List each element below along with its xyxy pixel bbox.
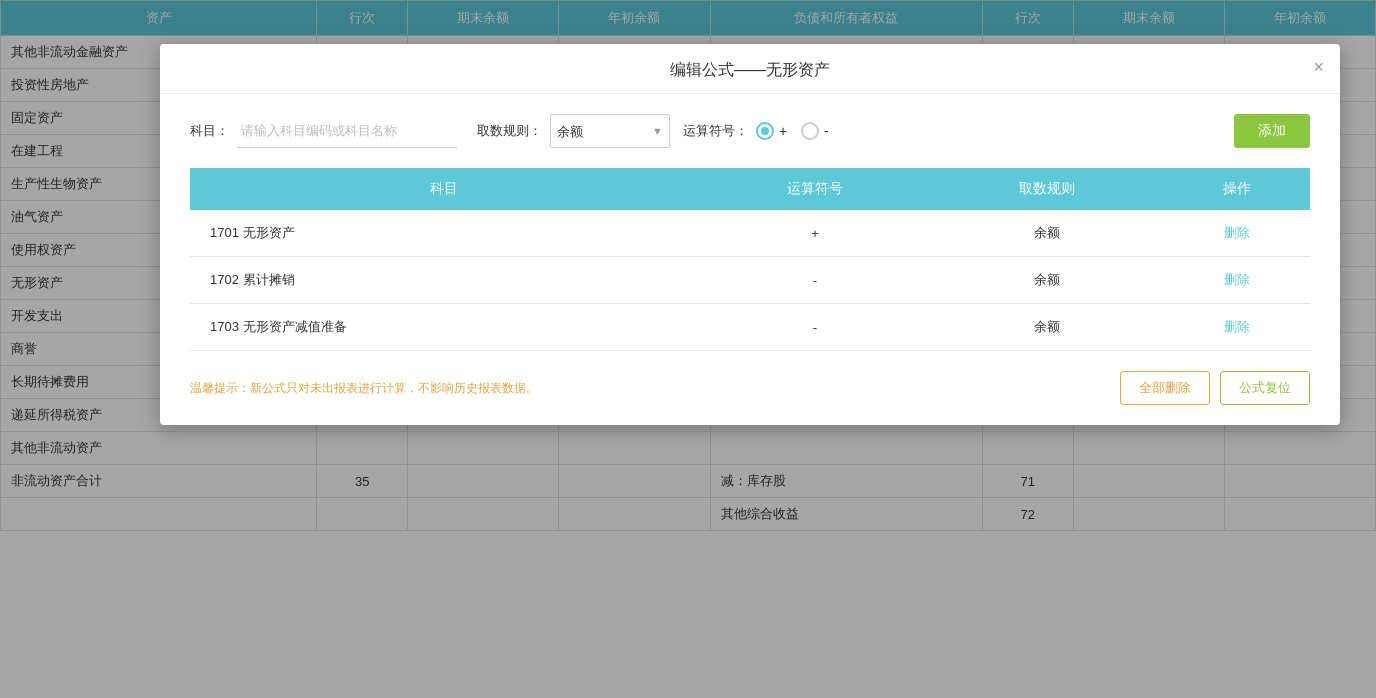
- operator-plus-label: +: [779, 123, 787, 139]
- th-subject: 科目: [190, 168, 699, 210]
- add-button[interactable]: 添加: [1234, 114, 1310, 148]
- formula-table-row: 1701 无形资产 + 余额 删除: [190, 210, 1310, 257]
- operator-label: 运算符号：: [683, 122, 748, 140]
- modal-header: 编辑公式——无形资产 ×: [160, 44, 1340, 94]
- formula-action-cell: 删除: [1163, 304, 1310, 351]
- operator-minus-radio[interactable]: -: [801, 122, 829, 140]
- formula-table-row: 1703 无形资产减值准备 - 余额 删除: [190, 304, 1310, 351]
- operator-minus-label: -: [824, 123, 829, 139]
- formula-action-cell: 删除: [1163, 210, 1310, 257]
- formula-operator: -: [699, 304, 931, 351]
- operator-plus-radio[interactable]: +: [756, 122, 787, 140]
- delete-all-button[interactable]: 全部删除: [1120, 371, 1210, 405]
- footer-buttons: 全部删除 公式复位: [1120, 371, 1310, 405]
- radio-minus-circle: [801, 122, 819, 140]
- formula-delete-link[interactable]: 删除: [1224, 225, 1250, 240]
- formula-delete-link[interactable]: 删除: [1224, 319, 1250, 334]
- th-action: 操作: [1163, 168, 1310, 210]
- formula-action-cell: 删除: [1163, 257, 1310, 304]
- formula-form-row: 科目： 取数规则： 余额借方发生额贷方发生额借方累计贷方累计 ▼ 运算符号： +…: [160, 94, 1340, 168]
- table-header-row: 科目 运算符号 取数规则 操作: [190, 168, 1310, 210]
- rule-select[interactable]: 余额借方发生额贷方发生额借方累计贷方累计: [550, 114, 670, 148]
- formula-operator: -: [699, 257, 931, 304]
- modal-close-button[interactable]: ×: [1313, 58, 1324, 76]
- edit-formula-modal: 编辑公式——无形资产 × 科目： 取数规则： 余额借方发生额贷方发生额借方累计贷…: [160, 44, 1340, 425]
- formula-delete-link[interactable]: 删除: [1224, 272, 1250, 287]
- formula-rule: 余额: [931, 257, 1163, 304]
- subject-label: 科目：: [190, 122, 229, 140]
- rule-select-wrapper: 余额借方发生额贷方发生额借方累计贷方累计 ▼: [550, 114, 663, 148]
- modal-title: 编辑公式——无形资产: [670, 61, 830, 78]
- formula-subject: 1703 无形资产减值准备: [190, 304, 699, 351]
- th-rule: 取数规则: [931, 168, 1163, 210]
- subject-input[interactable]: [237, 114, 457, 148]
- formula-rule: 余额: [931, 210, 1163, 257]
- formula-table: 科目 运算符号 取数规则 操作 1701 无形资产 + 余额 删除 1702 累…: [190, 168, 1310, 351]
- hint-text: 温馨提示：新公式只对未出报表进行计算，不影响历史报表数据。: [190, 380, 538, 397]
- formula-table-wrapper: 科目 运算符号 取数规则 操作 1701 无形资产 + 余额 删除 1702 累…: [190, 168, 1310, 351]
- formula-operator: +: [699, 210, 931, 257]
- radio-plus-circle: [756, 122, 774, 140]
- rule-field-group: 取数规则： 余额借方发生额贷方发生额借方累计贷方累计 ▼: [477, 114, 663, 148]
- formula-subject: 1702 累计摊销: [190, 257, 699, 304]
- modal-footer: 温馨提示：新公式只对未出报表进行计算，不影响历史报表数据。 全部删除 公式复位: [160, 351, 1340, 405]
- rule-label: 取数规则：: [477, 122, 542, 140]
- reset-formula-button[interactable]: 公式复位: [1220, 371, 1310, 405]
- th-operator: 运算符号: [699, 168, 931, 210]
- formula-subject: 1701 无形资产: [190, 210, 699, 257]
- operator-field-group: 运算符号： + -: [683, 122, 829, 140]
- formula-table-row: 1702 累计摊销 - 余额 删除: [190, 257, 1310, 304]
- operator-radio-group: + -: [756, 122, 829, 140]
- subject-field-group: 科目：: [190, 114, 457, 148]
- formula-rule: 余额: [931, 304, 1163, 351]
